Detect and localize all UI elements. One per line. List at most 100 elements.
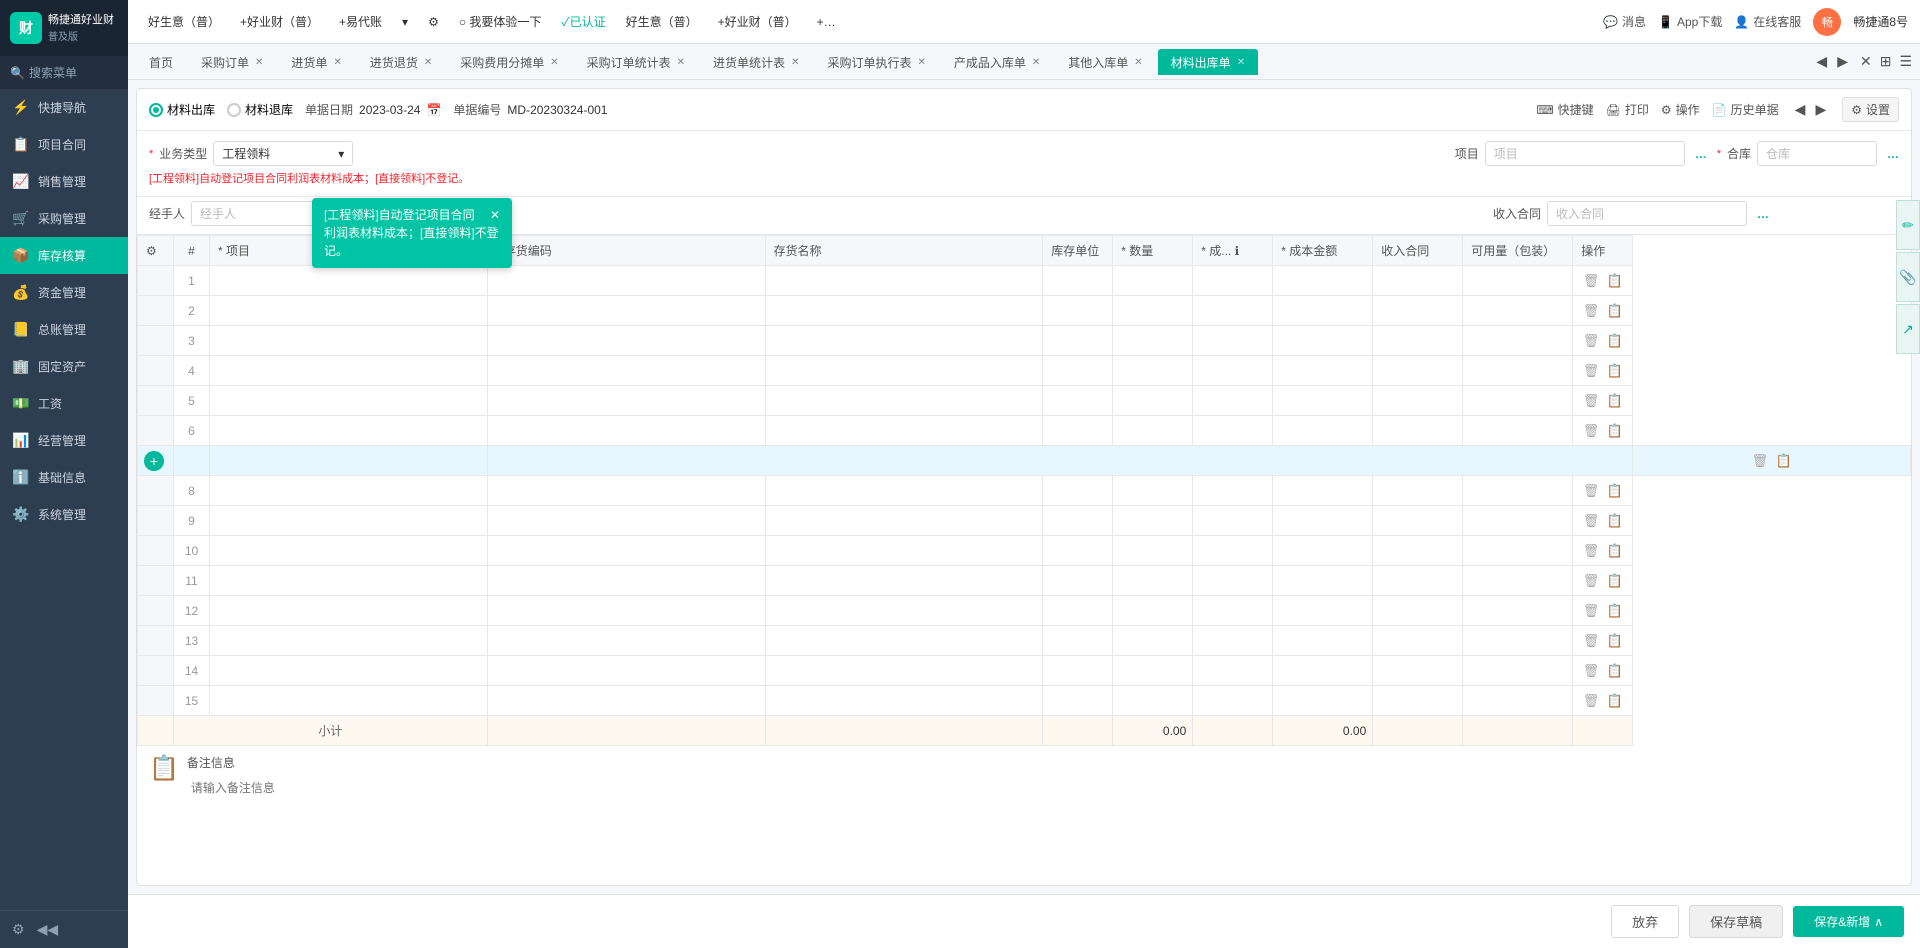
sidebar-item-finance[interactable]: 💰 资金管理 [0, 274, 128, 311]
copy-row-icon[interactable]: 📋 [1607, 663, 1623, 678]
copy-row-icon[interactable]: 📋 [1607, 423, 1623, 438]
search-menu[interactable]: 🔍 搜索菜单 [0, 56, 128, 89]
tab-finished-goods[interactable]: 产成品入库单 ✕ [941, 49, 1053, 75]
cell-name[interactable] [765, 476, 1043, 506]
nav-prev-icon[interactable]: ◀ [1812, 51, 1831, 72]
copy-row-icon[interactable]: 📋 [1607, 393, 1623, 408]
tab-close-icon[interactable]: ✕ [333, 57, 341, 68]
cell-code[interactable] [487, 326, 765, 356]
tab-close-icon[interactable]: ✕ [677, 57, 685, 68]
right-toolbar-attach-icon[interactable]: 📎 [1896, 252, 1920, 302]
copy-row-icon[interactable]: 📋 [1607, 303, 1623, 318]
delete-row-icon[interactable]: 🗑 [1583, 303, 1600, 318]
grid-view-icon[interactable]: ⊞ [1880, 53, 1892, 70]
form-nav-prev[interactable]: ◀ [1791, 99, 1810, 120]
cell-cost[interactable] [1193, 326, 1273, 356]
topbar-link-good-finance[interactable]: +好业财（普） [232, 11, 327, 32]
close-all-icon[interactable]: ✕ [1860, 53, 1872, 70]
cell-code[interactable] [487, 386, 765, 416]
delete-row-icon[interactable]: 🗑 [1583, 513, 1600, 528]
radio-material-return[interactable]: 材料退库 [227, 101, 293, 118]
nav-next-icon[interactable]: ▶ [1833, 51, 1852, 72]
sidebar-item-quick-nav[interactable]: ⚡ 快捷导航 [0, 89, 128, 126]
copy-row-icon[interactable]: 📋 [1607, 693, 1623, 708]
cell-name[interactable] [765, 386, 1043, 416]
add-row-input-1[interactable] [174, 446, 210, 476]
tab-goods-stats[interactable]: 进货单统计表 ✕ [700, 49, 812, 75]
tab-close-icon[interactable]: ✕ [791, 57, 799, 68]
delete-row-icon[interactable]: 🗑 [1583, 273, 1600, 288]
copy-row-icon[interactable]: 📋 [1607, 483, 1623, 498]
copy-row-icon[interactable]: 📋 [1607, 333, 1623, 348]
cell-code[interactable] [487, 356, 765, 386]
sidebar-item-operations[interactable]: 📊 经营管理 [0, 422, 128, 459]
cell-cost[interactable] [1193, 296, 1273, 326]
delete-row-icon[interactable]: 🗑 [1583, 663, 1600, 678]
sidebar-item-accounting[interactable]: 📒 总账管理 [0, 311, 128, 348]
tab-home[interactable]: 首页 [136, 49, 186, 75]
delete-row-icon[interactable]: 🗑 [1583, 603, 1600, 618]
cell-cost[interactable] [1193, 266, 1273, 296]
tooltip-close-icon[interactable]: ✕ [490, 206, 500, 224]
cell-qty[interactable] [1113, 296, 1193, 326]
tab-close-icon[interactable]: ✕ [550, 57, 558, 68]
sidebar-item-salary[interactable]: 💵 工资 [0, 385, 128, 422]
date-value[interactable]: 2023-03-24 [359, 103, 420, 117]
cell-cost-amount[interactable] [1273, 476, 1373, 506]
save-draft-button[interactable]: 保存草稿 [1689, 905, 1783, 938]
warehouse-lookup-icon[interactable]: … [1887, 147, 1899, 161]
cell-project[interactable] [210, 296, 488, 326]
project-input[interactable]: 项目 [1485, 141, 1685, 166]
topbar-more[interactable]: +… [809, 13, 844, 31]
topbar-customer-service[interactable]: 👤 在线客服 [1734, 13, 1801, 30]
topbar-link-good-biz[interactable]: 好生意（普） [140, 11, 228, 32]
collapse-icon[interactable]: ◀◀ [37, 921, 59, 938]
delete-row-icon[interactable]: 🗑 [1583, 693, 1600, 708]
cell-contract[interactable] [1373, 296, 1463, 326]
warehouse-input[interactable]: 仓库 [1757, 141, 1877, 166]
copy-row-icon[interactable]: 📋 [1607, 543, 1623, 558]
cell-cost-amount[interactable] [1273, 326, 1373, 356]
income-contract-lookup-icon[interactable]: … [1757, 207, 1769, 221]
copy-row-icon[interactable]: 📋 [1607, 633, 1623, 648]
cell-cost[interactable] [1193, 356, 1273, 386]
tab-material-outbound[interactable]: 材料出库单 ✕ [1158, 49, 1258, 75]
tab-close-icon[interactable]: ✕ [1237, 57, 1245, 68]
settings-btn[interactable]: ⚙ 设置 [1842, 97, 1899, 122]
cell-qty[interactable] [1113, 386, 1193, 416]
tab-close-icon[interactable]: ✕ [1134, 57, 1142, 68]
topbar-dropdown-icon[interactable]: ▾ [394, 13, 416, 31]
tab-purchase-stats[interactable]: 采购订单统计表 ✕ [574, 49, 698, 75]
topbar-trial-link[interactable]: ○ 我要体验一下 [451, 11, 550, 32]
copy-row-icon[interactable]: 📋 [1607, 573, 1623, 588]
delete-row-icon[interactable]: 🗑 [1583, 573, 1600, 588]
cell-contract[interactable] [1373, 416, 1463, 446]
cell-name[interactable] [765, 266, 1043, 296]
table-settings-col[interactable]: ⚙ [138, 236, 174, 266]
delete-row-icon[interactable]: 🗑 [1583, 393, 1600, 408]
cell-contract[interactable] [1373, 386, 1463, 416]
tab-close-icon[interactable]: ✕ [424, 57, 432, 68]
topbar-settings-icon[interactable]: ⚙ [420, 13, 447, 31]
cell-code[interactable] [487, 476, 765, 506]
cell-contract[interactable] [1373, 356, 1463, 386]
copy-row-icon[interactable]: 📋 [1607, 273, 1623, 288]
radio-material-out[interactable]: 材料出库 [149, 101, 215, 118]
income-contract-input[interactable]: 收入合同 [1547, 201, 1747, 226]
right-toolbar-export-icon[interactable]: ↗ [1896, 304, 1920, 354]
topbar-link-easy-account[interactable]: +易代账 [331, 11, 390, 32]
cell-cost[interactable] [1193, 476, 1273, 506]
cell-cost[interactable] [1193, 416, 1273, 446]
sidebar-item-fixed-assets[interactable]: 🏢 固定资产 [0, 348, 128, 385]
shortcut-btn[interactable]: ⌨ 快捷键 [1536, 101, 1593, 118]
cell-contract[interactable] [1373, 326, 1463, 356]
sidebar-item-system[interactable]: ⚙️ 系统管理 [0, 496, 128, 533]
topbar-app-download[interactable]: 📱 App下载 [1658, 13, 1722, 30]
cell-name[interactable] [765, 326, 1043, 356]
delete-row-icon[interactable]: 🗑 [1583, 363, 1600, 378]
cell-project[interactable] [210, 386, 488, 416]
user-avatar[interactable]: 畅 [1813, 8, 1841, 36]
sidebar-item-basic-info[interactable]: ℹ️ 基础信息 [0, 459, 128, 496]
sidebar-item-sales[interactable]: 📈 销售管理 [0, 163, 128, 200]
cell-cost[interactable] [1193, 386, 1273, 416]
